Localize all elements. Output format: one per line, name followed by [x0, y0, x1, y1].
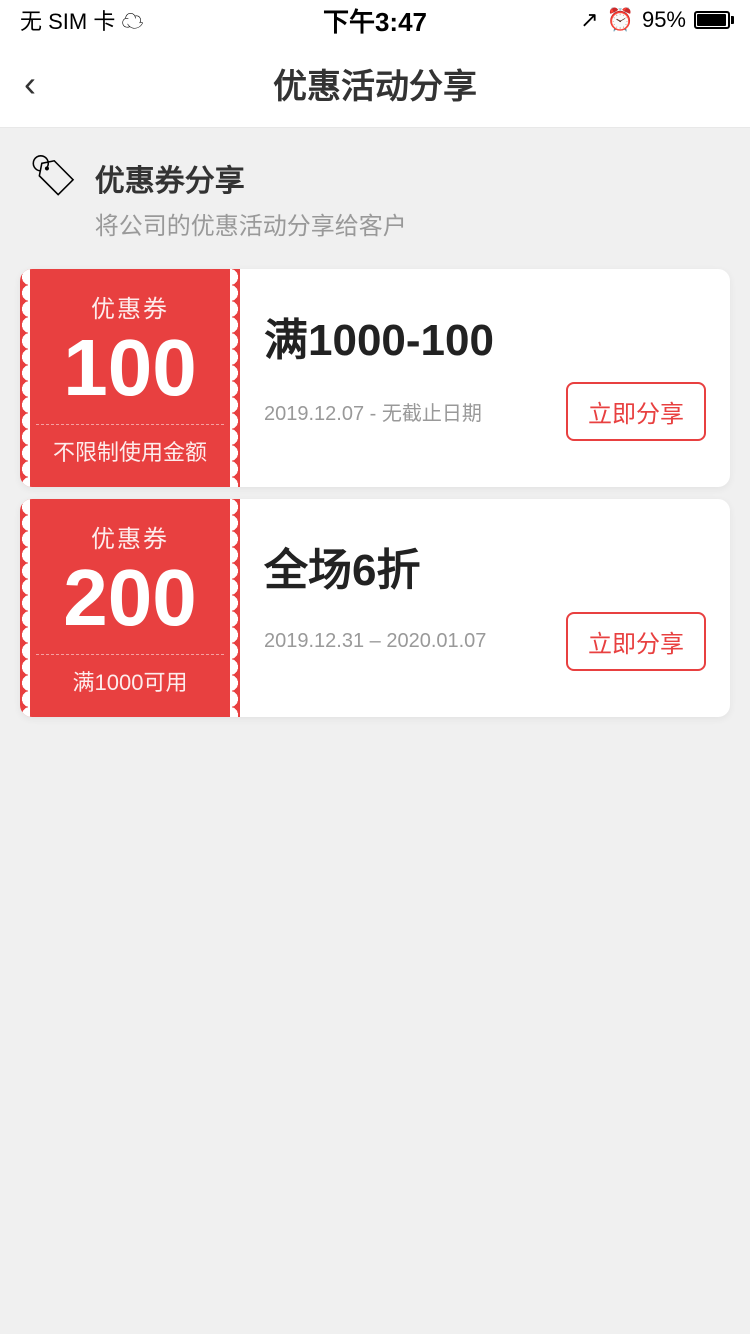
battery-text: 95%	[642, 7, 686, 33]
status-time: 下午3:47	[323, 2, 427, 39]
section-text: 优惠券分享 将公司的优惠活动分享给客户	[95, 156, 407, 241]
coupon-right-0: 满1000-100 2019.12.07 - 无截止日期 立即分享	[240, 269, 730, 487]
coupon-condition-1: 满1000可用	[73, 665, 188, 697]
coupon-left-0: 优惠券 100 不限制使用金额	[20, 269, 240, 487]
section-title: 优惠券分享	[95, 156, 407, 200]
status-bar: 无 SIM 卡 ☁ 下午3:47 ↗ ⏰ 95%	[0, 0, 750, 40]
coupon-card: 优惠券 100 不限制使用金额 满1000-100 2019.12.07 - 无…	[20, 269, 730, 487]
nav-bar: ‹ 优惠活动分享	[0, 40, 750, 128]
bottom-area	[0, 749, 750, 1249]
back-button[interactable]: ‹	[24, 66, 36, 102]
coupon-amount-0: 100	[63, 328, 196, 408]
alarm-icon: ⏰	[607, 7, 634, 33]
coupon-card: 优惠券 200 满1000可用 全场6折 2019.12.31 – 2020.0…	[20, 499, 730, 717]
coupon-name-0: 满1000-100	[264, 315, 706, 368]
coupon-meta-0: 2019.12.07 - 无截止日期 立即分享	[264, 382, 706, 441]
coupon-label-1: 优惠券	[91, 519, 169, 554]
share-button-0[interactable]: 立即分享	[566, 382, 706, 441]
coupon-share-icon: 🏷	[28, 156, 79, 196]
coupon-condition-0: 不限制使用金额	[53, 435, 207, 467]
section-header: 🏷 优惠券分享 将公司的优惠活动分享给客户	[0, 128, 750, 257]
coupon-list: 优惠券 100 不限制使用金额 满1000-100 2019.12.07 - 无…	[0, 269, 750, 749]
coupon-meta-1: 2019.12.31 – 2020.01.07 立即分享	[264, 612, 706, 671]
status-right: ↗ ⏰ 95%	[580, 7, 730, 33]
sim-wifi-text: 无 SIM 卡 ☁	[20, 4, 143, 36]
section-subtitle: 将公司的优惠活动分享给客户	[95, 206, 407, 241]
share-button-1[interactable]: 立即分享	[566, 612, 706, 671]
coupon-name-1: 全场6折	[264, 545, 706, 598]
battery-icon	[694, 11, 730, 29]
coupon-left-1: 优惠券 200 满1000可用	[20, 499, 240, 717]
coupon-amount-1: 200	[63, 558, 196, 638]
coupon-date-1: 2019.12.31 – 2020.01.07	[264, 630, 486, 653]
coupon-label-0: 优惠券	[91, 289, 169, 324]
coupon-date-0: 2019.12.07 - 无截止日期	[264, 397, 482, 426]
page-title: 优惠活动分享	[273, 59, 477, 108]
coupon-right-1: 全场6折 2019.12.31 – 2020.01.07 立即分享	[240, 499, 730, 717]
status-left: 无 SIM 卡 ☁	[20, 4, 143, 36]
location-icon: ↗	[580, 7, 598, 33]
